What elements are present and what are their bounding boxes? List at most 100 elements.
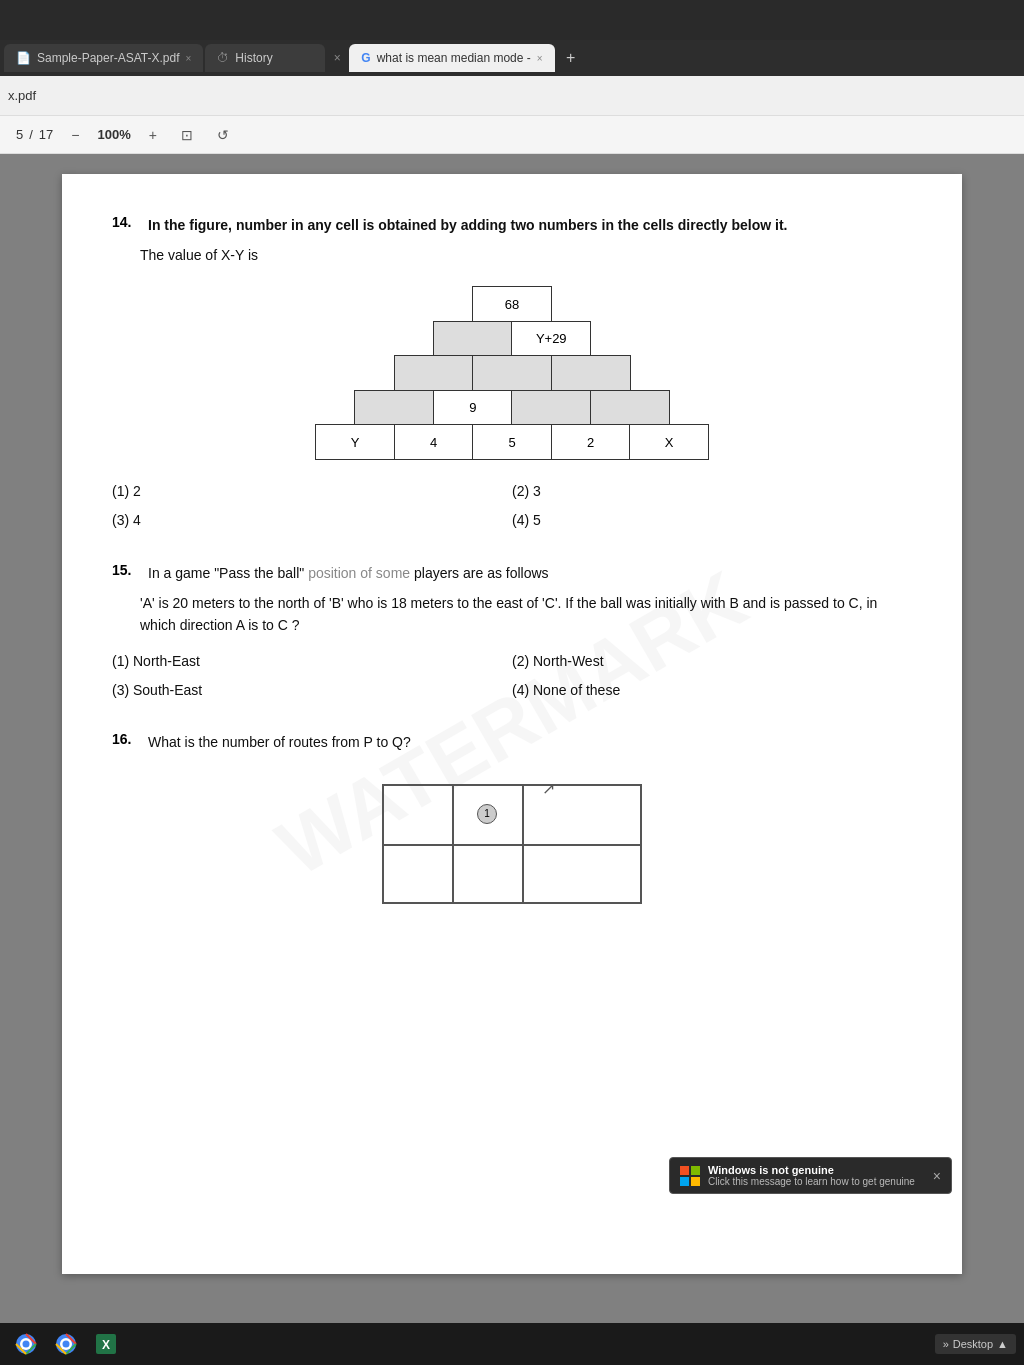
zoom-decrease-button[interactable]: −	[65, 125, 85, 145]
cell-3-2	[472, 355, 552, 391]
page-separator: /	[29, 127, 33, 142]
cell-5-1: Y	[315, 424, 395, 460]
question-15: 15. In a game "Pass the ball" position o…	[112, 562, 912, 708]
taskbar-chrome-1[interactable]	[8, 1326, 44, 1362]
svg-rect-2	[680, 1177, 689, 1186]
q14-option-3: (3) 4	[112, 508, 512, 533]
tab-history[interactable]: ⏱ History	[205, 44, 325, 72]
taskbar-chrome-2[interactable]	[48, 1326, 84, 1362]
q15-subtext1: 'A' is 20 meters to the north of 'B' who…	[140, 592, 912, 637]
desktop-label: Desktop	[953, 1338, 993, 1350]
pdf-tab-icon: 📄	[16, 51, 31, 65]
cell-5-2: 4	[394, 424, 474, 460]
google-tab-close[interactable]: ×	[537, 53, 543, 64]
content-wrapper: 14. In the figure, number in any cell is…	[112, 214, 912, 924]
cell-4-1	[354, 390, 434, 426]
address-text: x.pdf	[8, 88, 36, 103]
taskbar-right: » Desktop ▲	[935, 1334, 1016, 1354]
tab-bar: 📄 Sample-Paper-ASAT-X.pdf × ⏱ History × …	[0, 40, 1024, 76]
genuine-close[interactable]: ×	[933, 1168, 941, 1184]
q14-option-2: (2) 3	[512, 479, 912, 504]
windows-icon	[680, 1166, 700, 1186]
route-figure: 1 ↗	[352, 774, 672, 924]
pyramid-figure: 68 Y+29	[112, 287, 912, 460]
position-highlight: position of some	[308, 565, 410, 581]
fit-page-button[interactable]: ⊡	[175, 125, 199, 145]
page-info: 5 / 17	[16, 127, 53, 142]
svg-point-9	[63, 1341, 70, 1348]
chevron-icon: »	[943, 1338, 949, 1350]
rotate-button[interactable]: ↺	[211, 125, 235, 145]
plus-icon: +	[566, 49, 575, 67]
q15-option-2: (2) North-West	[512, 649, 912, 674]
cell-5-3: 5	[472, 424, 552, 460]
desktop-arrow: ▲	[997, 1338, 1008, 1350]
pyramid-row-5: Y 4 5 2 X	[316, 425, 709, 460]
pyramid-row-3	[394, 356, 630, 391]
cell-5-4: 2	[551, 424, 631, 460]
svg-rect-0	[680, 1166, 689, 1175]
windows-genuine-notice[interactable]: Windows is not genuine Click this messag…	[669, 1157, 952, 1194]
new-tab-button[interactable]: +	[557, 44, 585, 72]
q14-text: In the figure, number in any cell is obt…	[148, 214, 787, 236]
q16-text: What is the number of routes from P to Q…	[148, 731, 411, 753]
tab-google[interactable]: G what is mean median mode - ×	[349, 44, 554, 72]
cell-2-2: Y+29	[511, 321, 591, 357]
tab-pdf[interactable]: 📄 Sample-Paper-ASAT-X.pdf ×	[4, 44, 203, 72]
question-14: 14. In the figure, number in any cell is…	[112, 214, 912, 538]
q14-option-4: (4) 5	[512, 508, 912, 533]
address-bar: x.pdf	[0, 76, 1024, 116]
cell-4-4	[590, 390, 670, 426]
desktop-button[interactable]: » Desktop ▲	[935, 1334, 1016, 1354]
svg-rect-3	[691, 1177, 700, 1186]
q14-options: (1) 2 (3) 4 (2) 3 (4) 5	[112, 479, 912, 537]
cell-5-5: X	[629, 424, 709, 460]
pyramid-row-2: Y+29	[434, 321, 591, 356]
q15-header: 15. In a game "Pass the ball" position o…	[112, 562, 912, 584]
q14-header: 14. In the figure, number in any cell is…	[112, 214, 912, 236]
route-line-h1	[382, 844, 642, 846]
tab-separator: ×	[327, 44, 347, 72]
q15-option-1: (1) North-East	[112, 649, 512, 674]
zoom-level: 100%	[98, 127, 131, 142]
svg-point-6	[23, 1341, 30, 1348]
taskbar: X » Desktop ▲	[0, 1323, 1024, 1365]
windows-genuine-overlay[interactable]: Windows is not genuine Click this messag…	[669, 1157, 952, 1194]
cell-2-1	[433, 321, 513, 357]
history-tab-label: History	[235, 51, 272, 65]
pdf-tab-label: Sample-Paper-ASAT-X.pdf	[37, 51, 180, 65]
browser-window: 📄 Sample-Paper-ASAT-X.pdf × ⏱ History × …	[0, 40, 1024, 154]
google-tab-icon: G	[361, 51, 370, 65]
q15-options: (1) North-East (3) South-East (2) North-…	[112, 649, 912, 707]
page-total: 17	[39, 127, 53, 142]
genuine-title: Windows is not genuine	[708, 1164, 915, 1176]
q16-header: 16. What is the number of routes from P …	[112, 731, 912, 753]
taskbar-left: X	[8, 1326, 124, 1362]
cell-4-2: 9	[433, 390, 513, 426]
taskbar-excel[interactable]: X	[88, 1326, 124, 1362]
google-tab-label: what is mean median mode -	[377, 51, 531, 65]
q15-options-left: (1) North-East (3) South-East	[112, 649, 512, 707]
close-icon[interactable]: ×	[334, 51, 341, 65]
cell-1-1: 68	[472, 286, 552, 322]
q14-subtext: The value of X-Y is	[140, 244, 912, 266]
q14-option-1: (1) 2	[112, 479, 512, 504]
q15-number: 15.	[112, 562, 140, 584]
q14-number: 14.	[112, 214, 140, 236]
page-current: 5	[16, 127, 23, 142]
question-16: 16. What is the number of routes from P …	[112, 731, 912, 923]
history-tab-icon: ⏱	[217, 51, 229, 65]
zoom-increase-button[interactable]: +	[143, 125, 163, 145]
to-text: to	[377, 734, 389, 750]
q14-options-right: (2) 3 (4) 5	[512, 479, 912, 537]
route-node-1: 1	[477, 804, 497, 824]
genuine-subtitle: Click this message to learn how to get g…	[708, 1176, 915, 1187]
q15-option-4: (4) None of these	[512, 678, 912, 703]
pdf-tab-close[interactable]: ×	[186, 53, 192, 64]
cell-3-3	[551, 355, 631, 391]
q14-options-left: (1) 2 (3) 4	[112, 479, 512, 537]
cell-3-1	[394, 355, 474, 391]
q15-options-right: (2) North-West (4) None of these	[512, 649, 912, 707]
q16-number: 16.	[112, 731, 140, 753]
monitor-bezel	[0, 0, 1024, 40]
